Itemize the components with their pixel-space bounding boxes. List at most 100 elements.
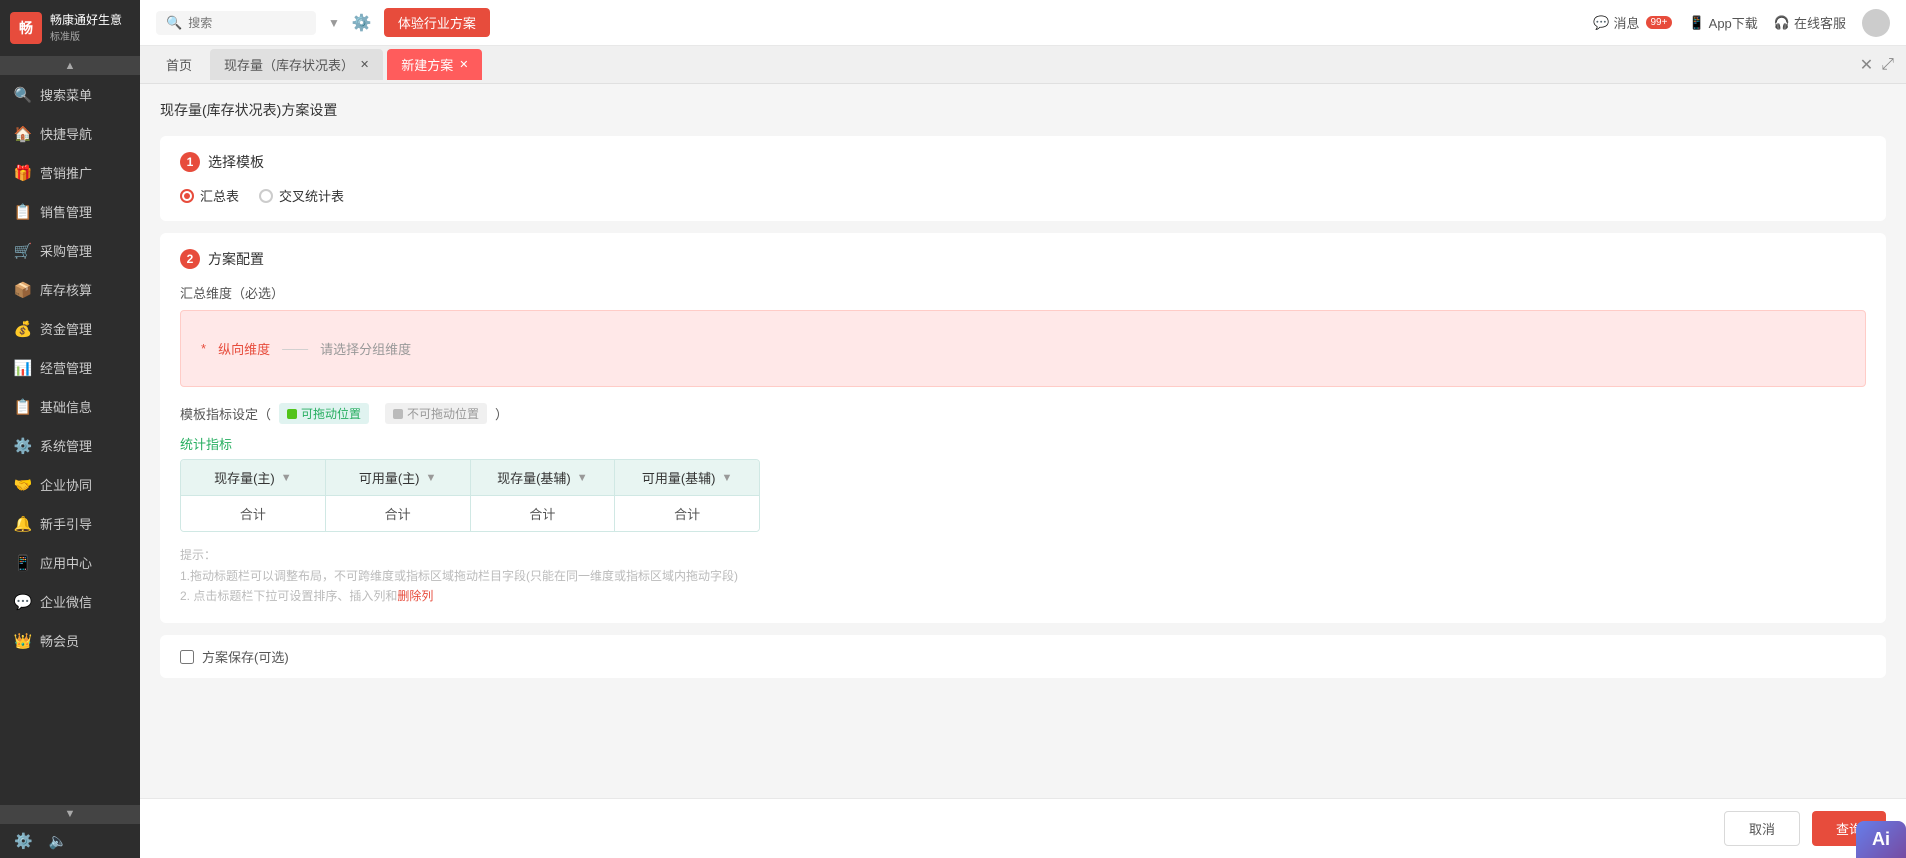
save-scheme-label: 方案保存(可选) <box>202 647 289 666</box>
sidebar-item-label: 新手引导 <box>40 514 92 533</box>
chart-icon: 📊 <box>14 359 32 377</box>
dimension-dash: —— <box>282 341 308 356</box>
stats-col-1-header[interactable]: 可用量(主) ▼ <box>326 460 471 495</box>
tips-box: 提示： 1.拖动标题栏可以调整布局，不可跨维度或指标区域拖动栏目字段(只能在同一… <box>180 546 1866 604</box>
online-service-label: 在线客服 <box>1794 13 1846 32</box>
dropdown-arrow[interactable]: ▼ <box>328 16 340 30</box>
sidebar: 畅 畅康通好生意 标准版 ▲ 🔍 搜索菜单 🏠 快捷导航 🎁 营销推广 📋 销售… <box>0 0 140 858</box>
save-scheme-checkbox[interactable] <box>180 650 194 664</box>
tab-inventory-close[interactable]: ✕ <box>360 58 369 71</box>
cancel-button[interactable]: 取消 <box>1724 811 1800 846</box>
sidebar-item-new-guide[interactable]: 🔔 新手引导 <box>0 504 140 543</box>
sidebar-item-label: 资金管理 <box>40 319 92 338</box>
stats-col-3-label: 可用量(基辅) <box>642 468 716 487</box>
search-input[interactable] <box>188 16 288 30</box>
non-draggable-label: 不可拖动位置 <box>407 405 479 422</box>
app-name: 畅康通好生意 <box>50 13 122 29</box>
sidebar-item-basic-info[interactable]: 📋 基础信息 <box>0 387 140 426</box>
message-badge: 99+ <box>1646 16 1673 29</box>
draggable-dot <box>287 409 297 419</box>
sidebar-scroll-up[interactable]: ▲ <box>0 57 140 75</box>
tip-item-1: 2. 点击标题栏下拉可设置排序、插入列和删除列 <box>180 587 1866 604</box>
app-download-btn[interactable]: 📱 App下载 <box>1688 13 1757 32</box>
sidebar-item-purchase[interactable]: 🛒 采购管理 <box>0 231 140 270</box>
stats-col-1-label: 可用量(主) <box>359 468 420 487</box>
dimension-box[interactable]: * 纵向维度 —— 请选择分组维度 <box>180 310 1866 387</box>
tip-item-0: 1.拖动标题栏可以调整布局，不可跨维度或指标区域拖动栏目字段(只能在同一维度或指… <box>180 567 1866 584</box>
chevron-down-icon-2[interactable]: ▼ <box>577 472 588 484</box>
sidebar-item-sales[interactable]: 📋 销售管理 <box>0 192 140 231</box>
step2-card: 2 方案配置 汇总维度（必选） * 纵向维度 —— 请选择分组维度 模板指标设定… <box>160 233 1886 623</box>
sidebar-item-inventory[interactable]: 📦 库存核算 <box>0 270 140 309</box>
main-area: 🔍 ▼ ⚙️ 体验行业方案 💬 消息 99+ 📱 App下载 🎧 在线客服 <box>140 0 1906 858</box>
sidebar-item-search-menu[interactable]: 🔍 搜索菜单 <box>0 75 140 114</box>
sidebar-item-app-center[interactable]: 📱 应用中心 <box>0 543 140 582</box>
stats-col-1-data: 合计 <box>326 495 471 531</box>
sidebar-item-member[interactable]: 👑 畅会员 <box>0 621 140 660</box>
indicator-label-close-bracket: ） <box>495 404 508 423</box>
search-icon: 🔍 <box>14 86 32 104</box>
ai-fab-button[interactable]: Ai <box>1856 821 1906 858</box>
chevron-down-icon-1[interactable]: ▼ <box>426 472 437 484</box>
tabbar-expand-btn[interactable]: ⤢ <box>1881 56 1894 74</box>
sidebar-bottom: ⚙️ 🔈 <box>0 823 140 858</box>
sales-icon: 📋 <box>14 203 32 221</box>
sidebar-item-operation[interactable]: 📊 经营管理 <box>0 348 140 387</box>
sidebar-item-corp-wechat[interactable]: 💬 企业微信 <box>0 582 140 621</box>
online-service-btn[interactable]: 🎧 在线客服 <box>1774 13 1846 32</box>
sidebar-item-label: 快捷导航 <box>40 124 92 143</box>
tab-inventory-status[interactable]: 现存量（库存状况表） ✕ <box>210 49 383 80</box>
sound-icon[interactable]: 🔈 <box>49 832 68 850</box>
stats-table: 现存量(主) ▼ 可用量(主) ▼ 现存量(基辅) ▼ 可用量(基辅) <box>180 459 760 532</box>
sidebar-item-quick-nav[interactable]: 🏠 快捷导航 <box>0 114 140 153</box>
handshake-icon: 🤝 <box>14 476 32 494</box>
user-avatar[interactable] <box>1862 9 1890 37</box>
radio-cross-dot <box>259 189 273 203</box>
page-title: 现存量(库存状况表)方案设置 <box>160 100 1886 120</box>
stats-col-2-header[interactable]: 现存量(基辅) ▼ <box>471 460 616 495</box>
non-draggable-badge: 不可拖动位置 <box>385 403 487 424</box>
tab-new-scheme[interactable]: 新建方案 ✕ <box>387 49 482 80</box>
sidebar-item-label: 采购管理 <box>40 241 92 260</box>
stats-data-row: 合计 合计 合计 合计 <box>181 495 759 531</box>
phone-icon: 📱 <box>14 554 32 572</box>
tab-new-scheme-close[interactable]: ✕ <box>459 58 468 71</box>
sidebar-scroll-down[interactable]: ▼ <box>0 805 140 823</box>
topbar: 🔍 ▼ ⚙️ 体验行业方案 💬 消息 99+ 📱 App下载 🎧 在线客服 <box>140 0 1906 46</box>
messages-label: 消息 <box>1613 13 1639 32</box>
messages-btn[interactable]: 💬 消息 99+ <box>1593 13 1672 32</box>
radio-cross[interactable]: 交叉统计表 <box>259 186 344 205</box>
stats-col-3-header[interactable]: 可用量(基辅) ▼ <box>615 460 759 495</box>
crown-icon: 👑 <box>14 632 32 650</box>
topbar-gear-icon[interactable]: ⚙️ <box>352 13 372 33</box>
sidebar-item-cooperation[interactable]: 🤝 企业协同 <box>0 465 140 504</box>
sidebar-item-label: 畅会员 <box>40 631 79 650</box>
stats-col-0-header[interactable]: 现存量(主) ▼ <box>181 460 326 495</box>
sidebar-item-label: 营销推广 <box>40 163 92 182</box>
tab-home[interactable]: 首页 <box>152 49 206 80</box>
radio-summary[interactable]: 汇总表 <box>180 186 239 205</box>
stats-col-2-label: 现存量(基辅) <box>497 468 571 487</box>
search-box[interactable]: 🔍 <box>156 11 316 35</box>
tip-highlight: 删除列 <box>397 589 433 603</box>
stats-col-0-data: 合计 <box>181 495 326 531</box>
sidebar-item-label: 企业协同 <box>40 475 92 494</box>
sidebar-item-label: 系统管理 <box>40 436 92 455</box>
chevron-down-icon-3[interactable]: ▼ <box>722 472 733 484</box>
draggable-badge: 可拖动位置 <box>279 403 369 424</box>
search-icon: 🔍 <box>166 15 182 31</box>
service-icon: 🎧 <box>1774 15 1790 31</box>
sidebar-item-label: 销售管理 <box>40 202 92 221</box>
settings-bottom-icon[interactable]: ⚙️ <box>14 832 33 850</box>
tab-home-label: 首页 <box>166 55 192 74</box>
trial-btn[interactable]: 体验行业方案 <box>384 8 490 37</box>
dimension-section-label: 汇总维度（必选） <box>180 283 1866 302</box>
sidebar-item-marketing[interactable]: 🎁 营销推广 <box>0 153 140 192</box>
tabbar-close-btn[interactable]: ✕ <box>1860 55 1873 75</box>
chevron-down-icon-0[interactable]: ▼ <box>281 472 292 484</box>
sidebar-item-finance[interactable]: 💰 资金管理 <box>0 309 140 348</box>
sidebar-item-label: 经营管理 <box>40 358 92 377</box>
download-icon: 📱 <box>1688 15 1704 31</box>
sidebar-item-system[interactable]: ⚙️ 系统管理 <box>0 426 140 465</box>
topbar-right: 💬 消息 99+ 📱 App下载 🎧 在线客服 <box>1593 9 1890 37</box>
